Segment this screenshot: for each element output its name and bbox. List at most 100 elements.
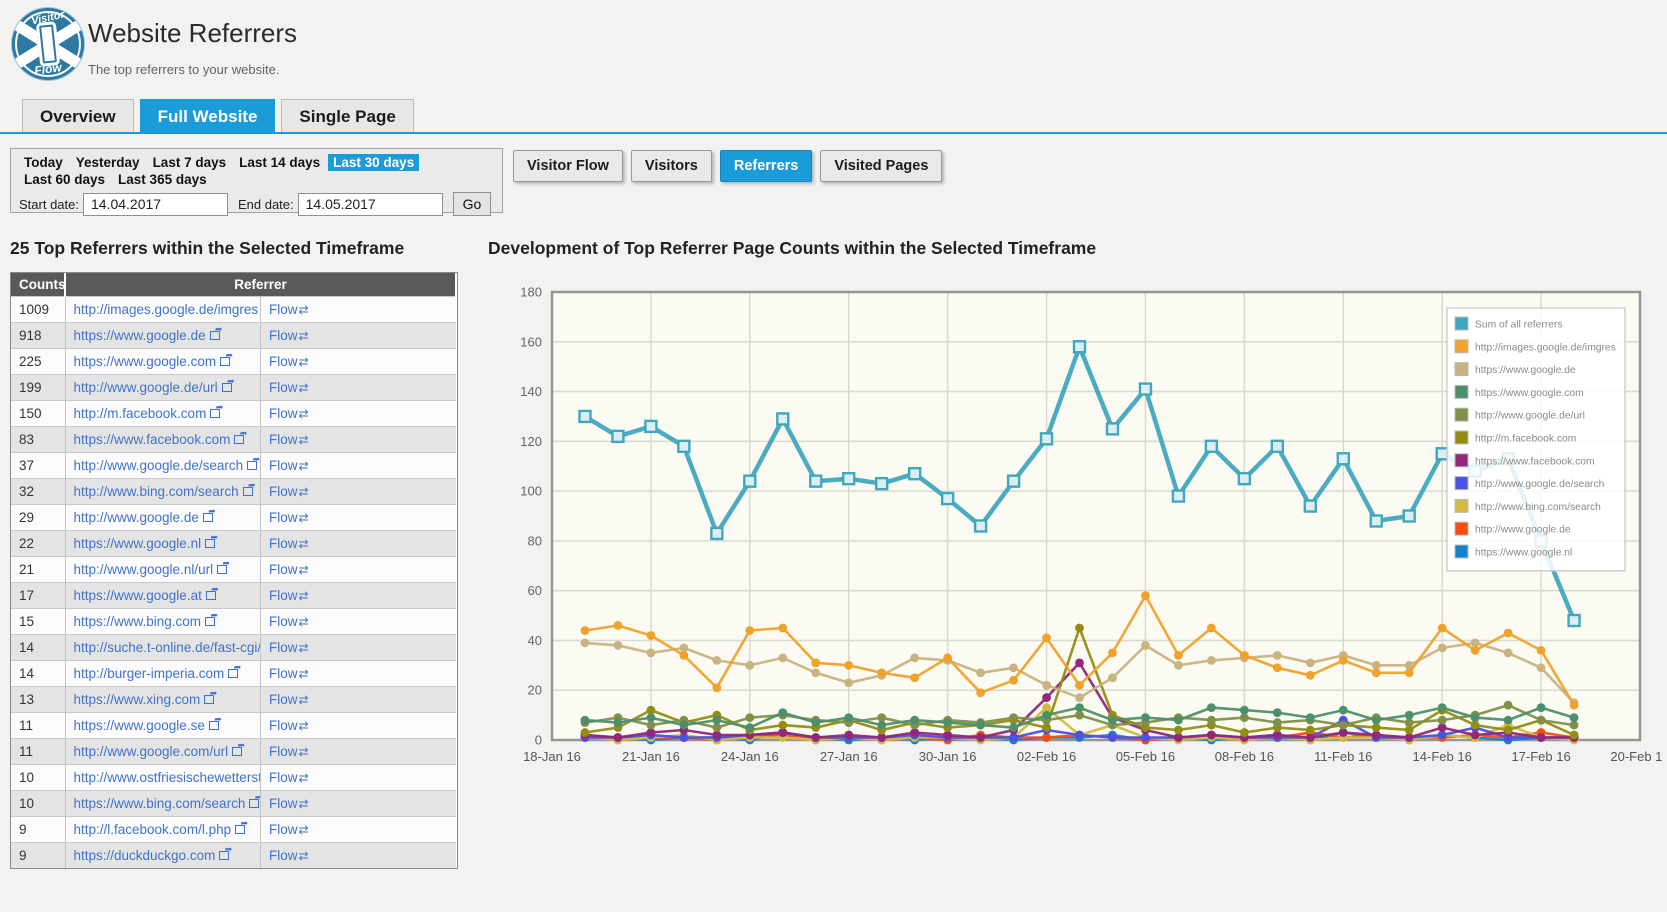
shuffle-icon: ⇄ (298, 459, 309, 473)
flow-link[interactable]: Flow⇄ (269, 380, 309, 395)
flow-link[interactable]: Flow⇄ (269, 328, 309, 343)
go-button[interactable]: Go (452, 192, 492, 216)
shuffle-icon: ⇄ (298, 433, 309, 447)
svg-text:80: 80 (528, 533, 542, 548)
range-last-30-days[interactable]: Last 30 days (328, 154, 420, 171)
table-row: 21 http://www.google.nl/url Flow⇄ (11, 556, 456, 583)
view-visited-pages[interactable]: Visited Pages (820, 150, 943, 182)
referrer-link[interactable]: http://www.google.nl/url (74, 562, 214, 577)
referrer-link[interactable]: https://www.google.com (74, 354, 217, 369)
flow-link[interactable]: Flow⇄ (269, 848, 309, 863)
counts-column-header: Counts (11, 273, 66, 297)
referrer-link[interactable]: http://www.google.de/search (74, 458, 244, 473)
tab-full-website[interactable]: Full Website (139, 99, 276, 132)
flow-link[interactable]: Flow⇄ (269, 484, 309, 499)
range-last-365-days[interactable]: Last 365 days (113, 171, 212, 188)
referrer-table: Counts Referrer 1009 http://images.google… (10, 272, 458, 869)
referrer-link[interactable]: http://burger-imperia.com (74, 666, 225, 681)
referrer-link[interactable]: http://www.bing.com/search (74, 484, 239, 499)
range-last-7-days[interactable]: Last 7 days (148, 154, 232, 171)
shuffle-icon: ⇄ (298, 303, 309, 317)
referrer-link[interactable]: https://duckduckgo.com (74, 848, 216, 863)
referrer-count: 37 (11, 452, 66, 479)
shuffle-icon: ⇄ (298, 615, 309, 629)
flow-link[interactable]: Flow⇄ (269, 562, 309, 577)
flow-link[interactable]: Flow⇄ (269, 458, 309, 473)
table-row: 14 http://suche.t-online.de/fast-cgi/tsc F… (11, 634, 456, 661)
view-visitor-flow[interactable]: Visitor Flow (513, 150, 623, 182)
tab-single-page[interactable]: Single Page (281, 99, 414, 132)
flow-link[interactable]: Flow⇄ (269, 692, 309, 707)
referrer-link[interactable]: https://www.bing.com (74, 614, 202, 629)
range-yesterday[interactable]: Yesterday (71, 154, 145, 171)
range-last-14-days[interactable]: Last 14 days (234, 154, 325, 171)
table-title: 25 Top Referrers within the Selected Tim… (10, 238, 405, 258)
flow-link[interactable]: Flow⇄ (269, 770, 309, 785)
external-link-icon (208, 714, 222, 730)
referrer-link[interactable]: http://www.google.com/url (74, 744, 229, 759)
referrer-column-header: Referrer (65, 273, 457, 297)
page-title: Website Referrers (88, 18, 298, 48)
shuffle-icon: ⇄ (298, 381, 309, 395)
flow-link[interactable]: Flow⇄ (269, 432, 309, 447)
referrer-link[interactable]: http://m.facebook.com (74, 406, 207, 421)
chart-legend: Sum of all referrers http://images.google… (1446, 307, 1626, 572)
table-row: 17 https://www.google.at Flow⇄ (11, 582, 456, 609)
table-row: 29 http://www.google.de Flow⇄ (11, 504, 456, 531)
external-link-icon (219, 844, 232, 860)
flow-link[interactable]: Flow⇄ (269, 640, 309, 655)
flow-link[interactable]: Flow⇄ (269, 744, 309, 759)
external-link-icon (247, 454, 260, 470)
flow-link[interactable]: Flow⇄ (269, 510, 309, 525)
tab-overview[interactable]: Overview (22, 99, 134, 132)
table-header-row: Counts Referrer (11, 273, 457, 297)
view-referrers[interactable]: Referrers (719, 150, 813, 182)
referrer-link[interactable]: http://www.google.de (74, 510, 199, 525)
flow-link[interactable]: Flow⇄ (269, 302, 309, 317)
tab-bar: Overview Full Website Single Page (0, 99, 1667, 134)
table-row: 14 http://burger-imperia.com Flow⇄ (11, 660, 456, 687)
referrer-link[interactable]: https://www.facebook.com (74, 432, 231, 447)
svg-text:140: 140 (520, 384, 542, 399)
flow-link[interactable]: Flow⇄ (269, 536, 309, 551)
referrer-link[interactable]: http://suche.t-online.de/fast-cgi/tsc (74, 640, 260, 655)
referrer-link[interactable]: https://www.google.nl (74, 536, 202, 551)
table-row: 1009 http://images.google.de/imgres Flow⇄ (11, 296, 456, 323)
flow-link[interactable]: Flow⇄ (269, 588, 309, 603)
referrer-link[interactable]: https://www.google.de (74, 328, 206, 343)
referrer-count: 14 (11, 634, 66, 661)
svg-text:180: 180 (520, 285, 542, 300)
svg-text:100: 100 (520, 484, 542, 499)
referrer-link[interactable]: http://l.facebook.com/l.php (74, 822, 232, 837)
referrer-link[interactable]: https://www.xing.com (74, 692, 201, 707)
referrer-count: 83 (11, 426, 66, 453)
svg-text:120: 120 (520, 434, 542, 449)
start-date-input[interactable] (82, 192, 228, 216)
chart-title: Development of Top Referrer Page Counts … (488, 238, 1097, 258)
shuffle-icon: ⇄ (298, 719, 309, 733)
referrer-link[interactable]: https://www.bing.com/search (74, 796, 246, 811)
range-last-60-days[interactable]: Last 60 days (19, 171, 110, 188)
external-link-icon (235, 818, 248, 834)
referrer-link[interactable]: http://www.google.de/url (74, 380, 218, 395)
referrer-link[interactable]: https://www.google.se (74, 718, 205, 733)
flow-link[interactable]: Flow⇄ (269, 718, 309, 733)
referrer-count: 150 (11, 400, 66, 427)
referrer-link[interactable]: http://images.google.de/imgres (74, 302, 259, 317)
external-link-icon (221, 376, 235, 392)
referrer-count: 11 (11, 738, 66, 765)
flow-link[interactable]: Flow⇄ (269, 796, 309, 811)
end-date-input[interactable] (297, 192, 443, 216)
flow-link[interactable]: Flow⇄ (269, 354, 309, 369)
table-row: 15 https://www.bing.com Flow⇄ (11, 608, 456, 635)
svg-text:27-Jan 16: 27-Jan 16 (820, 749, 878, 764)
range-today[interactable]: Today (19, 154, 68, 171)
flow-link[interactable]: Flow⇄ (269, 822, 309, 837)
svg-text:http://www.google.de: http://www.google.de (1475, 525, 1571, 536)
flow-link[interactable]: Flow⇄ (269, 614, 309, 629)
view-visitors[interactable]: Visitors (630, 150, 712, 182)
referrer-link[interactable]: http://www.ostfriesischewetterstation.de… (74, 770, 260, 785)
flow-link[interactable]: Flow⇄ (269, 406, 309, 421)
referrer-link[interactable]: https://www.google.at (74, 588, 202, 603)
flow-link[interactable]: Flow⇄ (269, 666, 309, 681)
